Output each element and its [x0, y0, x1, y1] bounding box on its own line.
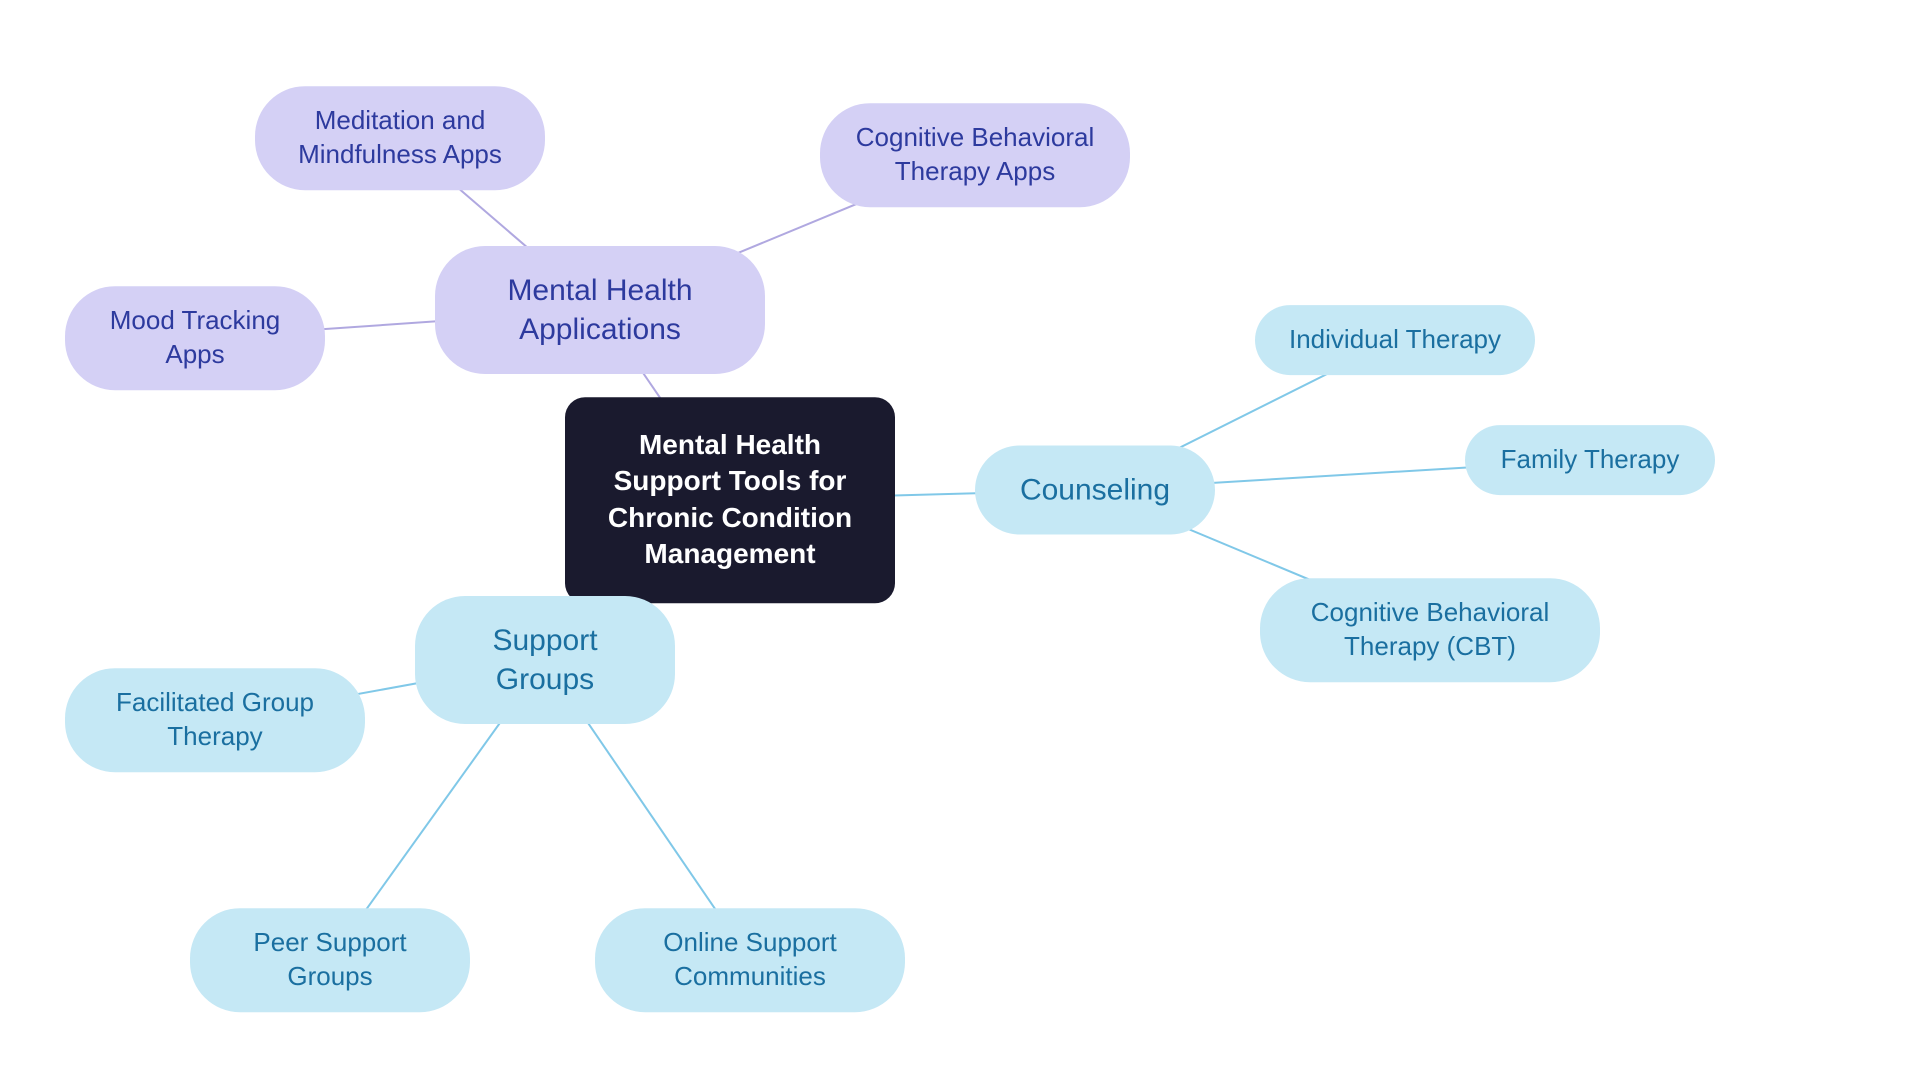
support-groups-node: Support Groups — [415, 596, 675, 724]
counseling-label: Counseling — [1020, 471, 1170, 510]
mood-tracking-label: Mood Tracking Apps — [95, 304, 295, 372]
cbt-apps-node: Cognitive Behavioral Therapy Apps — [820, 103, 1130, 207]
peer-support-node: Peer Support Groups — [190, 908, 470, 1012]
mental-health-apps-label: Mental Health Applications — [475, 271, 725, 349]
individual-therapy-node: Individual Therapy — [1255, 305, 1535, 375]
meditation-apps-node: Meditation and Mindfulness Apps — [255, 86, 545, 190]
facilitated-group-node: Facilitated Group Therapy — [65, 668, 365, 772]
family-therapy-node: Family Therapy — [1465, 425, 1715, 495]
cbt-node: Cognitive Behavioral Therapy (CBT) — [1260, 578, 1600, 682]
mental-health-apps-node: Mental Health Applications — [435, 246, 765, 374]
online-support-node: Online Support Communities — [595, 908, 905, 1012]
online-support-label: Online Support Communities — [625, 926, 875, 994]
family-therapy-label: Family Therapy — [1501, 443, 1680, 477]
meditation-apps-label: Meditation and Mindfulness Apps — [285, 104, 515, 172]
cbt-apps-label: Cognitive Behavioral Therapy Apps — [850, 121, 1100, 189]
support-groups-label: Support Groups — [455, 621, 635, 699]
cbt-label: Cognitive Behavioral Therapy (CBT) — [1290, 596, 1570, 664]
center-node: Mental Health Support Tools for Chronic … — [565, 397, 895, 603]
individual-therapy-label: Individual Therapy — [1289, 323, 1501, 357]
counseling-node: Counseling — [975, 446, 1215, 535]
mood-tracking-node: Mood Tracking Apps — [65, 286, 325, 390]
facilitated-group-label: Facilitated Group Therapy — [95, 686, 335, 754]
center-label: Mental Health Support Tools for Chronic … — [600, 427, 860, 573]
peer-support-label: Peer Support Groups — [220, 926, 440, 994]
